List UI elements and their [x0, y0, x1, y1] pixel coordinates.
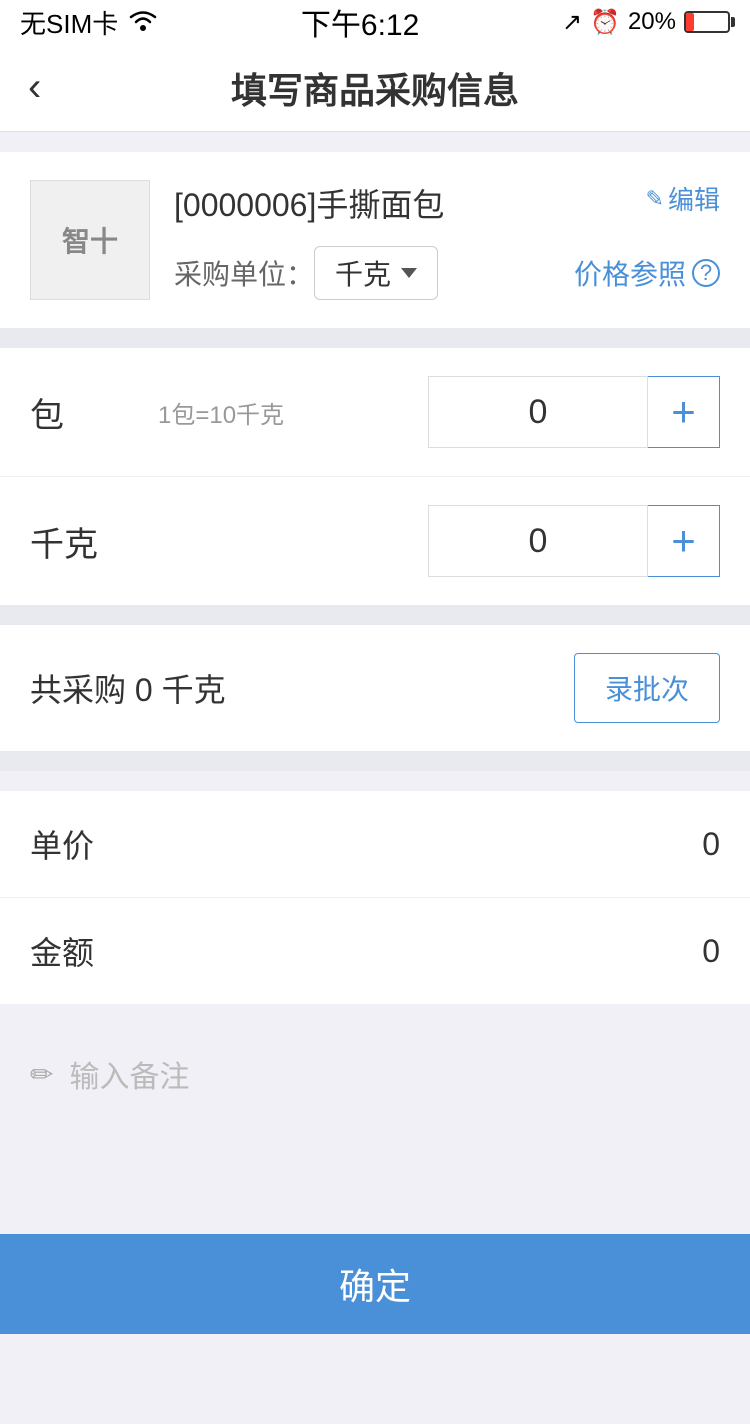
bag-sublabel: 1包=10千克 — [158, 395, 428, 430]
alarm-icon: ⏰ — [590, 8, 620, 37]
product-image: 智十 — [30, 180, 150, 300]
separator-2 — [0, 605, 750, 625]
back-button[interactable]: ‹ — [28, 65, 41, 110]
location-icon: ↗ — [562, 8, 582, 37]
edit-button[interactable]: ✎ 编辑 — [646, 180, 720, 217]
kg-input[interactable] — [428, 505, 648, 577]
status-left: 无SIM卡 — [20, 4, 158, 41]
battery-icon — [684, 11, 730, 33]
separator-3 — [0, 751, 750, 771]
help-icon[interactable]: ? — [692, 259, 720, 287]
bag-input-right: + — [428, 376, 720, 448]
bag-input-row: 包 1包=10千克 + — [0, 348, 750, 477]
kg-input-right: + — [428, 505, 720, 577]
unit-label: 采购单位： — [174, 253, 314, 293]
separator-1 — [0, 328, 750, 348]
bag-input[interactable] — [428, 376, 648, 448]
unit-price-value: 0 — [702, 826, 720, 863]
nav-bar: ‹ 填写商品采购信息 — [0, 44, 750, 132]
status-right: ↗ ⏰ 20% — [562, 8, 730, 37]
kg-plus-button[interactable]: + — [648, 505, 720, 577]
unit-dropdown[interactable]: 千克 — [314, 246, 438, 300]
confirm-button[interactable]: 确定 — [0, 1234, 750, 1334]
status-bar: 无SIM卡 下午6:12 ↗ ⏰ 20% — [0, 0, 750, 44]
page-title: 填写商品采购信息 — [231, 62, 519, 114]
unit-price-label: 单价 — [30, 821, 94, 867]
amount-label: 金额 — [30, 928, 94, 974]
pencil-icon: ✏ — [30, 1058, 53, 1091]
batch-button[interactable]: 录批次 — [574, 653, 720, 723]
amount-row: 金额 0 — [0, 898, 750, 1004]
amount-value: 0 — [702, 933, 720, 970]
status-time: 下午6:12 — [301, 0, 419, 44]
kg-input-row: 千克 + — [0, 477, 750, 605]
product-info: [0000006]手撕面包 采购单位： 千克 价格参照 ? — [174, 180, 720, 300]
bag-label: 包 — [30, 388, 150, 437]
price-ref-button[interactable]: 价格参照 ? — [574, 253, 720, 293]
unit-price-row: 单价 0 — [0, 791, 750, 898]
wifi-icon — [128, 7, 158, 38]
price-section: 单价 0 金额 0 — [0, 791, 750, 1004]
total-text: 共采购 0 千克 — [30, 665, 226, 711]
bag-plus-button[interactable]: + — [648, 376, 720, 448]
product-name: [0000006]手撕面包 — [174, 180, 720, 226]
sim-signal: 无SIM卡 — [20, 4, 118, 41]
battery-percent: 20% — [628, 8, 676, 36]
notes-placeholder: 输入备注 — [69, 1052, 189, 1096]
total-row: 共采购 0 千克 录批次 — [0, 625, 750, 751]
product-card: 智十 [0000006]手撕面包 采购单位： 千克 价格参照 ? ✎ — [0, 152, 750, 328]
kg-label: 千克 — [30, 517, 150, 566]
notes-section[interactable]: ✏ 输入备注 — [0, 1024, 750, 1124]
input-section: 包 1包=10千克 + 千克 + — [0, 348, 750, 605]
